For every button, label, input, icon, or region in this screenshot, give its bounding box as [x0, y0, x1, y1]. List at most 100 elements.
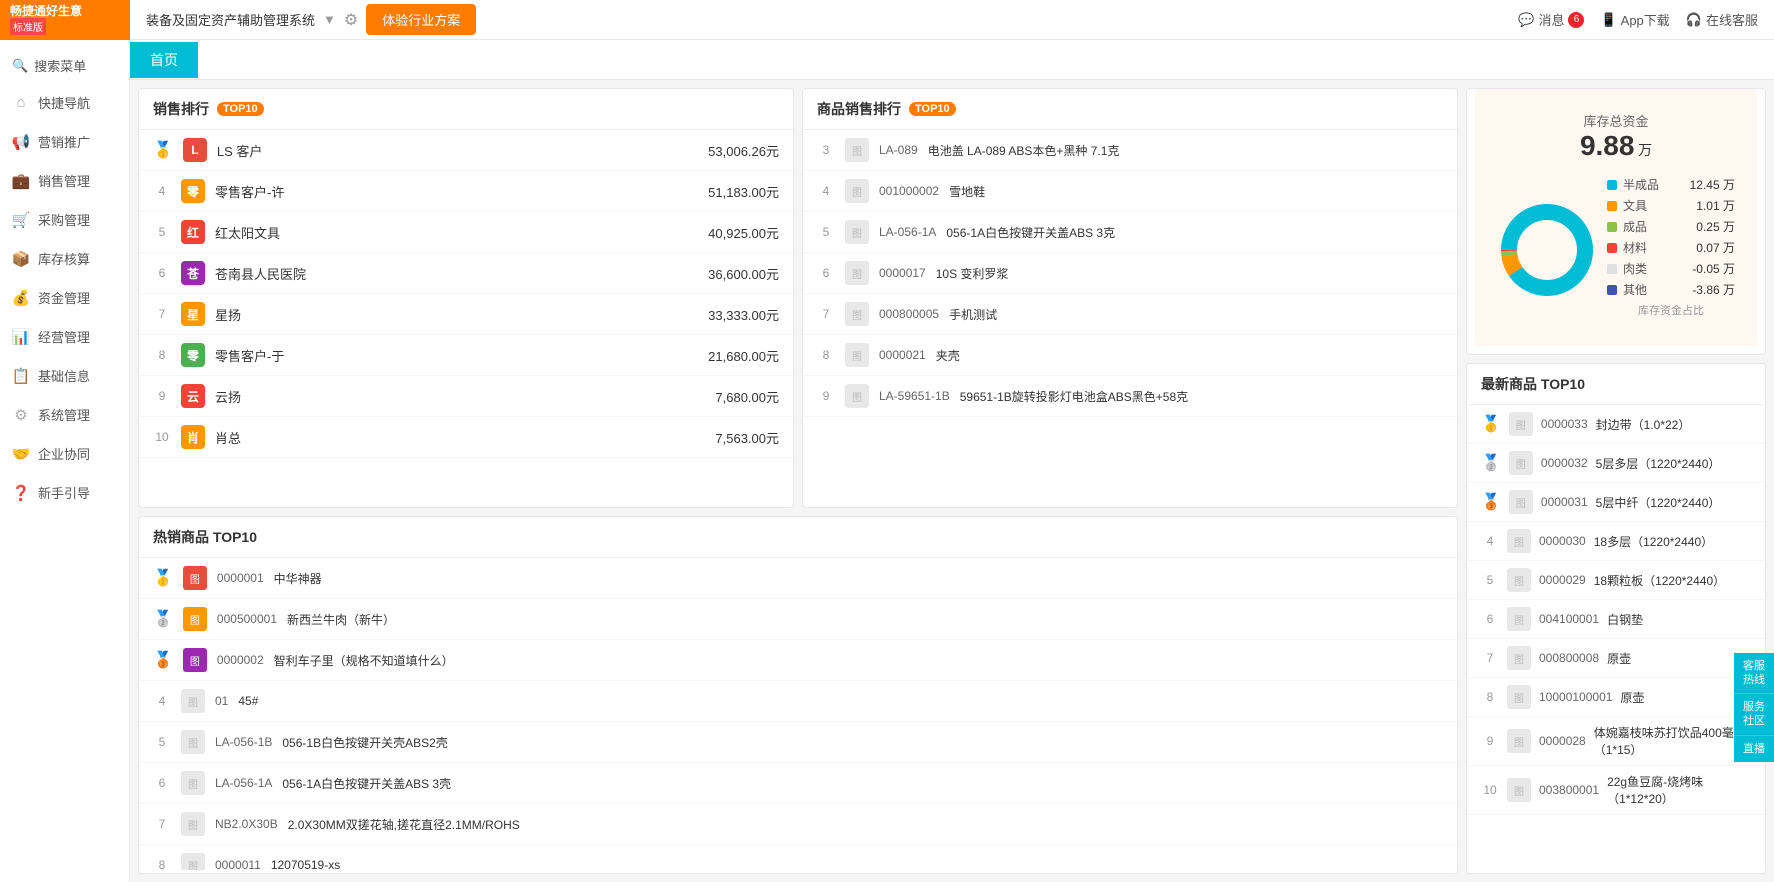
marketing-icon: 📢 [12, 133, 30, 151]
product-thumb: 图 [1509, 412, 1533, 436]
new-products-panel: 最新商品 TOP10 🥇 图 0000033 封边带（1.0*22） 🥈 图 [1466, 363, 1766, 874]
list-item: 🥉 图 0000002 智利车子里（规格不知道填什么） [139, 640, 1457, 681]
avatar: 零 [181, 179, 205, 203]
product-thumb: 图 [183, 566, 207, 590]
product-code: 000500001 [217, 612, 277, 626]
sales-ranking-badge: TOP10 [217, 102, 264, 116]
product-thumb: 图 [1507, 568, 1531, 592]
live-button[interactable]: 直播 [1734, 736, 1774, 762]
headset-icon: 🎧 [1686, 12, 1702, 28]
product-code: 0000017 [879, 266, 926, 280]
product-code: 01 [215, 694, 228, 708]
sales-icon: 💼 [12, 172, 30, 190]
sidebar-item-inventory[interactable]: 📦 库存核算 [0, 239, 129, 278]
legend-item: 文具 1.01 万 [1607, 197, 1735, 214]
gear-icon[interactable]: ⚙ [344, 10, 358, 30]
inventory-panel: 库存总资金 9.88 万 [1466, 88, 1766, 355]
rank-num: 4 [153, 184, 171, 198]
avatar: 云 [181, 384, 205, 408]
table-row: 6 图 0000017 10S 变利罗浆 [803, 253, 1457, 294]
rank-num: 5 [153, 735, 171, 749]
search-menu[interactable]: 🔍 搜索菜单 [0, 48, 129, 83]
service-community-button[interactable]: 服务社区 [1734, 694, 1774, 736]
sidebar-item-basic-info[interactable]: 📋 基础信息 [0, 356, 129, 395]
table-row: 6 苍 苍南县人民医院 36,600.00元 [139, 253, 793, 294]
product-name: 雪地鞋 [949, 183, 1443, 200]
trial-button[interactable]: 体验行业方案 [366, 4, 476, 35]
sidebar-item-system[interactable]: ⚙ 系统管理 [0, 395, 129, 434]
finance-icon: 💰 [12, 289, 30, 307]
list-item: 🥇 图 0000033 封边带（1.0*22） [1467, 405, 1765, 444]
product-name: 056-1A白色按键开关盖ABS 3壳 [282, 775, 1443, 792]
product-thumb: 图 [1509, 451, 1533, 475]
left-panels: 销售排行 TOP10 🥇 L LS 客户 53,006.26元 4 [138, 88, 1458, 874]
product-name: 智利车子里（规格不知道填什么） [274, 652, 1443, 669]
legend-item: 成品 0.25 万 [1607, 218, 1735, 235]
product-code: 0000030 [1539, 534, 1586, 548]
search-icon: 🔍 [12, 58, 28, 74]
product-thumb: 图 [181, 689, 205, 713]
online-service-button[interactable]: 🎧 在线客服 [1686, 10, 1758, 29]
customer-name: 云扬 [215, 387, 705, 406]
legend-item: 其他 -3.86 万 [1607, 281, 1735, 298]
sidebar-item-operation[interactable]: 📊 经营管理 [0, 317, 129, 356]
customer-name: 肖总 [215, 428, 705, 447]
table-row: 3 图 LA-089 电池盖 LA-089 ABS本色+黑种 7.1克 [803, 130, 1457, 171]
table-row: 10 肖 肖总 7,563.00元 [139, 417, 793, 458]
list-item: 4 图 01 45# [139, 681, 1457, 722]
sidebar-item-guide[interactable]: ❓ 新手引导 [0, 473, 129, 512]
sidebar-item-quick-nav[interactable]: ⌂ 快捷导航 [0, 83, 129, 122]
sales-ranking-header: 销售排行 TOP10 [139, 89, 793, 130]
rank-num: 7 [817, 307, 835, 321]
home-icon: ⌂ [12, 94, 30, 112]
product-code: LA-056-1B [215, 735, 272, 749]
hot-products-title: 热销商品 TOP10 [153, 527, 257, 547]
new-products-title: 最新商品 TOP10 [1481, 374, 1585, 394]
legend-ratio-label: 库存资金占比 [1607, 302, 1735, 318]
hot-products-header: 热销商品 TOP10 [139, 517, 1457, 558]
product-code: LA-089 [879, 143, 918, 157]
medal-icon: 🥉 [1481, 492, 1501, 512]
medal-icon: 🥇 [153, 140, 173, 160]
inventory-total: 库存总资金 9.88 万 [1483, 97, 1749, 176]
message-badge: 6 [1568, 12, 1584, 28]
medal-icon: 🥉 [153, 650, 173, 670]
avatar: 苍 [181, 261, 205, 285]
product-thumb: 图 [845, 384, 869, 408]
rank-num: 4 [817, 184, 835, 198]
list-item: 🥉 图 0000031 5层中纤（1220*2440） [1467, 483, 1765, 522]
legend-label: 文具 [1623, 197, 1690, 214]
dropdown-icon[interactable]: ▼ [323, 12, 336, 27]
legend-dot [1607, 243, 1617, 253]
product-name: 中华神器 [274, 570, 1443, 587]
rank-num: 6 [153, 776, 171, 790]
table-row: 5 红 红太阳文具 40,925.00元 [139, 212, 793, 253]
customer-hotline-button[interactable]: 客服热线 [1734, 653, 1774, 695]
product-thumb: 图 [845, 138, 869, 162]
message-button[interactable]: 💬 消息 6 [1518, 10, 1584, 29]
product-name: 手机测试 [949, 306, 1443, 323]
rank-num: 7 [1481, 651, 1499, 665]
sidebar-item-purchase[interactable]: 🛒 采购管理 [0, 200, 129, 239]
sales-ranking-body: 🥇 L LS 客户 53,006.26元 4 零 零售客户-许 51,183.0… [139, 130, 793, 504]
product-thumb: 图 [1509, 490, 1533, 514]
legend-value: -3.86 万 [1692, 281, 1735, 298]
product-code: 0000032 [1541, 456, 1588, 470]
list-item: 10 图 003800001 22g鱼豆腐-烧烤味（1*12*20） [1467, 766, 1765, 815]
sidebar-item-finance[interactable]: 💰 资金管理 [0, 278, 129, 317]
hot-products-panel: 热销商品 TOP10 🥇 图 0000001 中华神器 🥈 图 0005000 [138, 516, 1458, 874]
sidebar: 🔍 搜索菜单 ⌂ 快捷导航 📢 营销推广 💼 销售管理 🛒 采购管理 📦 库存核… [0, 40, 130, 882]
sidebar-item-sales[interactable]: 💼 销售管理 [0, 161, 129, 200]
table-row: 8 图 0000021 夹壳 [803, 335, 1457, 376]
sidebar-item-marketing[interactable]: 📢 营销推广 [0, 122, 129, 161]
legend-label: 半成品 [1623, 176, 1684, 193]
rank-num: 9 [1481, 734, 1499, 748]
app-download-button[interactable]: 📱 App下载 [1600, 10, 1669, 29]
list-item: 7 图 000800008 原壶 [1467, 639, 1765, 678]
sidebar-item-enterprise[interactable]: 🤝 企业协同 [0, 434, 129, 473]
product-sales-header: 商品销售排行 TOP10 [803, 89, 1457, 130]
message-icon: 💬 [1518, 12, 1534, 28]
logo-badge: 标准版 [10, 18, 46, 35]
rank-num: 6 [817, 266, 835, 280]
legend-value: 1.01 万 [1696, 197, 1735, 214]
